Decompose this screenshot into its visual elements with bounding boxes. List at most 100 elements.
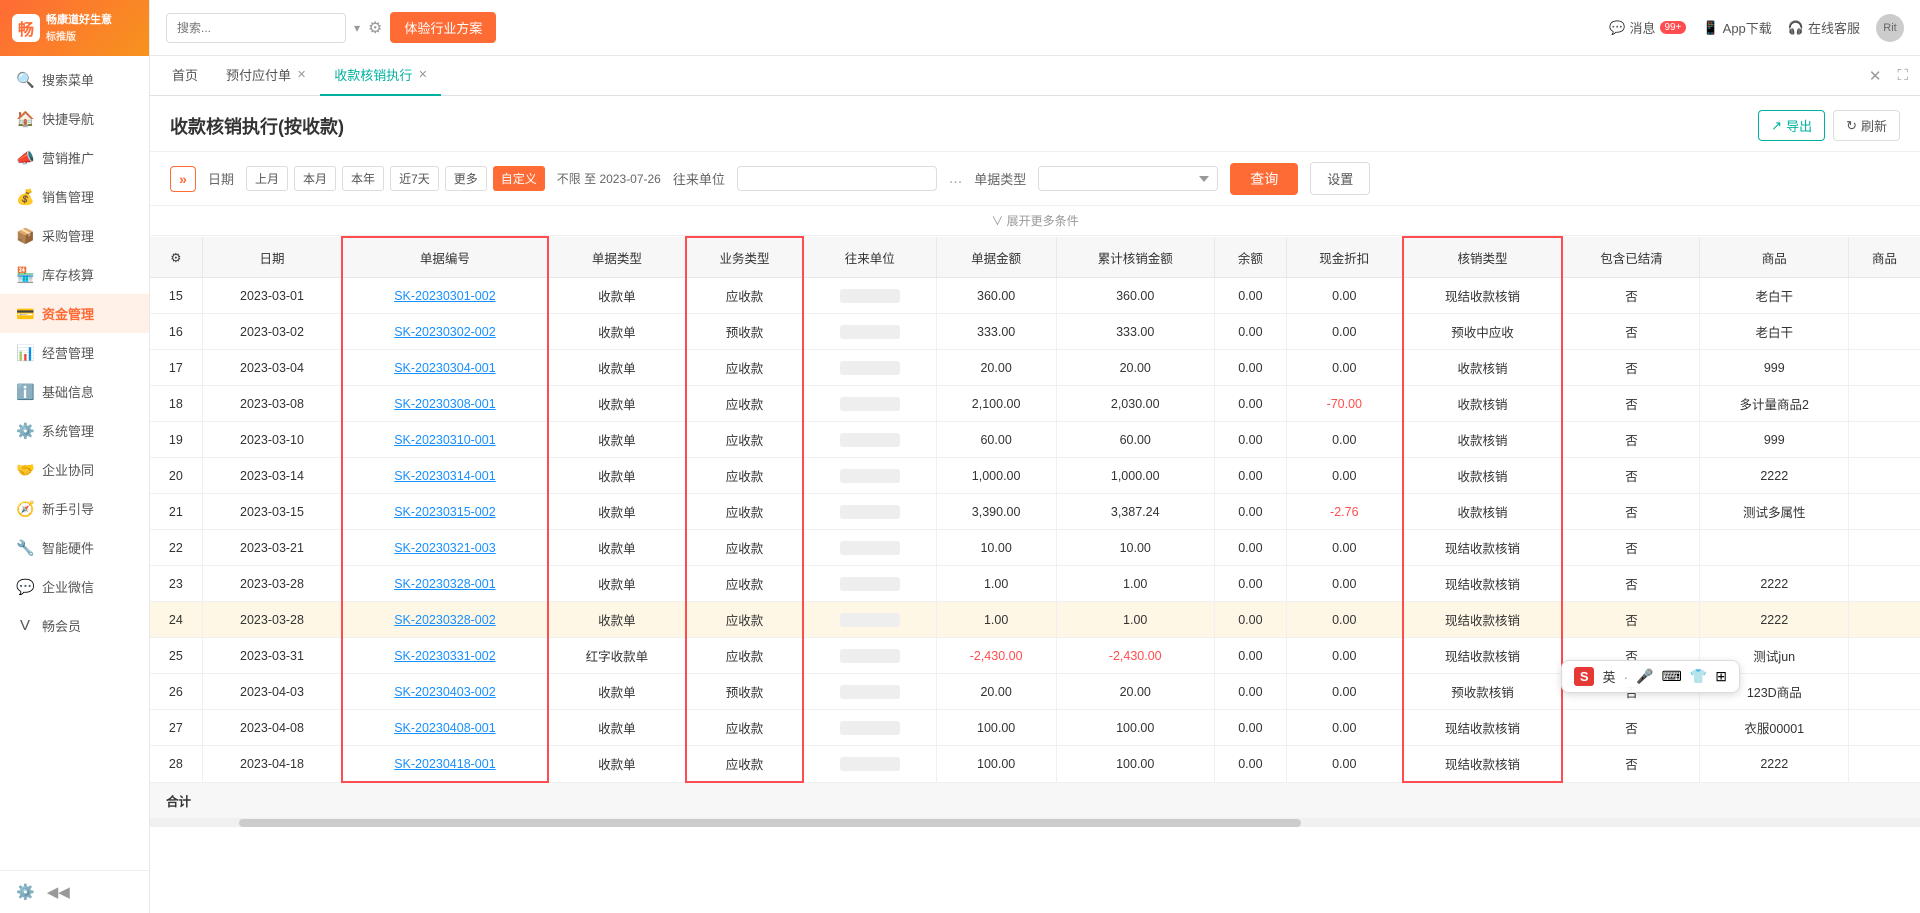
counterparty-input[interactable] <box>737 166 937 191</box>
this-year-btn[interactable]: 本年 <box>342 166 384 191</box>
setting-btn[interactable]: 设置 <box>1310 162 1370 195</box>
horizontal-scrollbar[interactable] <box>150 819 1920 827</box>
doc-link[interactable]: SK-20230408-001 <box>394 721 495 735</box>
col-settings[interactable]: ⚙ <box>150 237 202 278</box>
col-product2: 商品 <box>1849 237 1920 278</box>
row-biz-type: 应收款 <box>686 422 803 458</box>
row-product2 <box>1849 458 1920 494</box>
row-doc-no: SK-20230304-001 <box>342 350 547 386</box>
row-doc-no: SK-20230302-002 <box>342 314 547 350</box>
receipt-type-select[interactable] <box>1038 166 1218 191</box>
tab-expand-btn[interactable]: ⛶ <box>1893 63 1912 88</box>
row-no: 16 <box>150 314 202 350</box>
sidebar-item-hardware[interactable]: 🔧 智能硬件 <box>0 528 149 567</box>
row-doc-type: 收款单 <box>548 386 686 422</box>
more-date-btn[interactable]: 更多 <box>445 166 487 191</box>
row-date: 2023-03-10 <box>202 422 342 458</box>
col-biz-type: 业务类型 <box>686 237 803 278</box>
tab-prepay[interactable]: 预付应付单 ✕ <box>212 56 320 96</box>
row-date: 2023-03-31 <box>202 638 342 674</box>
tab-prepay-close-icon[interactable]: ✕ <box>297 68 306 81</box>
table-row: 282023-04-18SK-20230418-001收款单应收款██████1… <box>150 746 1920 783</box>
sidebar-item-wechat[interactable]: 💬 企业微信 <box>0 567 149 606</box>
row-product1: 2222 <box>1700 602 1849 638</box>
doc-link[interactable]: SK-20230321-003 <box>394 541 495 555</box>
row-biz-type: 应收款 <box>686 278 803 314</box>
doc-link[interactable]: SK-20230314-001 <box>394 469 495 483</box>
doc-link[interactable]: SK-20230304-001 <box>394 361 495 375</box>
refresh-btn[interactable]: ↻ 刷新 <box>1833 110 1900 141</box>
messages-btn[interactable]: 💬 消息 99+ <box>1609 18 1686 37</box>
scrollbar-thumb[interactable] <box>239 819 1301 827</box>
shirt-icon[interactable]: 👕 <box>1690 668 1707 685</box>
sidebar-item-member[interactable]: V 畅会员 <box>0 606 149 645</box>
doc-link[interactable]: SK-20230301-002 <box>394 289 495 303</box>
doc-link[interactable]: SK-20230310-001 <box>394 433 495 447</box>
collapse-icon[interactable]: ◀◀ <box>47 883 70 901</box>
expand-more-bar[interactable]: ∨ 展开更多条件 <box>150 206 1920 236</box>
sidebar-item-search[interactable]: 🔍 搜索菜单 <box>0 60 149 99</box>
online-service-btn[interactable]: 🎧 在线客服 <box>1788 18 1860 37</box>
breadcrumb-input[interactable] <box>166 13 346 43</box>
tab-collection-close-icon[interactable]: ✕ <box>418 68 427 81</box>
doc-link[interactable]: SK-20230331-002 <box>394 649 495 663</box>
sidebar-item-inventory[interactable]: 🏪 库存核算 <box>0 255 149 294</box>
doc-link[interactable]: SK-20230403-002 <box>394 685 495 699</box>
sidebar-item-sales[interactable]: 💰 销售管理 <box>0 177 149 216</box>
tab-home[interactable]: 首页 <box>158 56 212 96</box>
row-amount: 1,000.00 <box>936 458 1056 494</box>
sidebar-item-quick-nav[interactable]: 🏠 快捷导航 <box>0 99 149 138</box>
grid-icon[interactable]: ⊞ <box>1715 668 1727 685</box>
row-balance: 0.00 <box>1214 710 1286 746</box>
this-month-btn[interactable]: 本月 <box>294 166 336 191</box>
export-btn[interactable]: ↗ 导出 <box>1758 110 1825 141</box>
industry-btn[interactable]: 体验行业方案 <box>390 12 496 43</box>
tab-close-all-btn[interactable]: ✕ <box>1865 63 1886 89</box>
operation-icon: 📊 <box>16 344 34 362</box>
table-total-row: 合计 <box>150 782 1920 819</box>
row-product1: 2222 <box>1700 458 1849 494</box>
user-avatar[interactable]: Rit <box>1876 14 1904 42</box>
doc-link[interactable]: SK-20230302-002 <box>394 325 495 339</box>
sidebar-item-purchase[interactable]: 📦 采购管理 <box>0 216 149 255</box>
sidebar-item-system[interactable]: ⚙️ 系统管理 <box>0 411 149 450</box>
gear-icon[interactable]: ⚙ <box>368 18 382 38</box>
messages-badge: 99+ <box>1660 21 1687 34</box>
sidebar-item-corp[interactable]: 🤝 企业协同 <box>0 450 149 489</box>
table-row: 162023-03-02SK-20230302-002收款单预收款██████3… <box>150 314 1920 350</box>
sidebar-item-guide[interactable]: 🧭 新手引导 <box>0 489 149 528</box>
col-doc-no: 单据编号 <box>342 237 547 278</box>
row-doc-type: 收款单 <box>548 530 686 566</box>
doc-link[interactable]: SK-20230418-001 <box>394 757 495 771</box>
app-download-btn[interactable]: 📱 App下载 <box>1702 18 1771 37</box>
row-product2 <box>1849 746 1920 783</box>
last-7-btn[interactable]: 近7天 <box>390 166 439 191</box>
row-counterparty: ██████ <box>803 422 936 458</box>
sidebar-item-finance[interactable]: 💳 资金管理 <box>0 294 149 333</box>
row-write-off-type: 现结收款核销 <box>1403 530 1563 566</box>
mic-icon[interactable]: 🎤 <box>1636 668 1653 685</box>
keyboard-icon[interactable]: ⌨ <box>1662 668 1682 685</box>
query-btn[interactable]: 查询 <box>1230 163 1298 195</box>
custom-date-btn[interactable]: 自定义 <box>493 166 545 191</box>
table-row: 212023-03-15SK-20230315-002收款单应收款██████3… <box>150 494 1920 530</box>
doc-link[interactable]: SK-20230308-001 <box>394 397 495 411</box>
row-counterparty: ██████ <box>803 314 936 350</box>
row-no: 17 <box>150 350 202 386</box>
row-include-cleared: 否 <box>1562 710 1700 746</box>
settings-footer-icon[interactable]: ⚙️ <box>16 883 35 901</box>
doc-link[interactable]: SK-20230315-002 <box>394 505 495 519</box>
logo-icon: 畅 <box>12 14 40 42</box>
doc-link[interactable]: SK-20230328-001 <box>394 577 495 591</box>
sidebar-item-basic[interactable]: ℹ️ 基础信息 <box>0 372 149 411</box>
row-doc-no: SK-20230408-001 <box>342 710 547 746</box>
sidebar-item-label: 基础信息 <box>42 382 94 401</box>
tab-collection[interactable]: 收款核销执行 ✕ <box>320 56 441 96</box>
doc-link[interactable]: SK-20230328-002 <box>394 613 495 627</box>
last-month-btn[interactable]: 上月 <box>246 166 288 191</box>
row-product1: 2222 <box>1700 746 1849 783</box>
sidebar-item-marketing[interactable]: 📣 营销推广 <box>0 138 149 177</box>
filter-toggle-btn[interactable]: » <box>170 166 196 192</box>
sidebar-item-operation[interactable]: 📊 经营管理 <box>0 333 149 372</box>
row-accumulated: 333.00 <box>1056 314 1214 350</box>
